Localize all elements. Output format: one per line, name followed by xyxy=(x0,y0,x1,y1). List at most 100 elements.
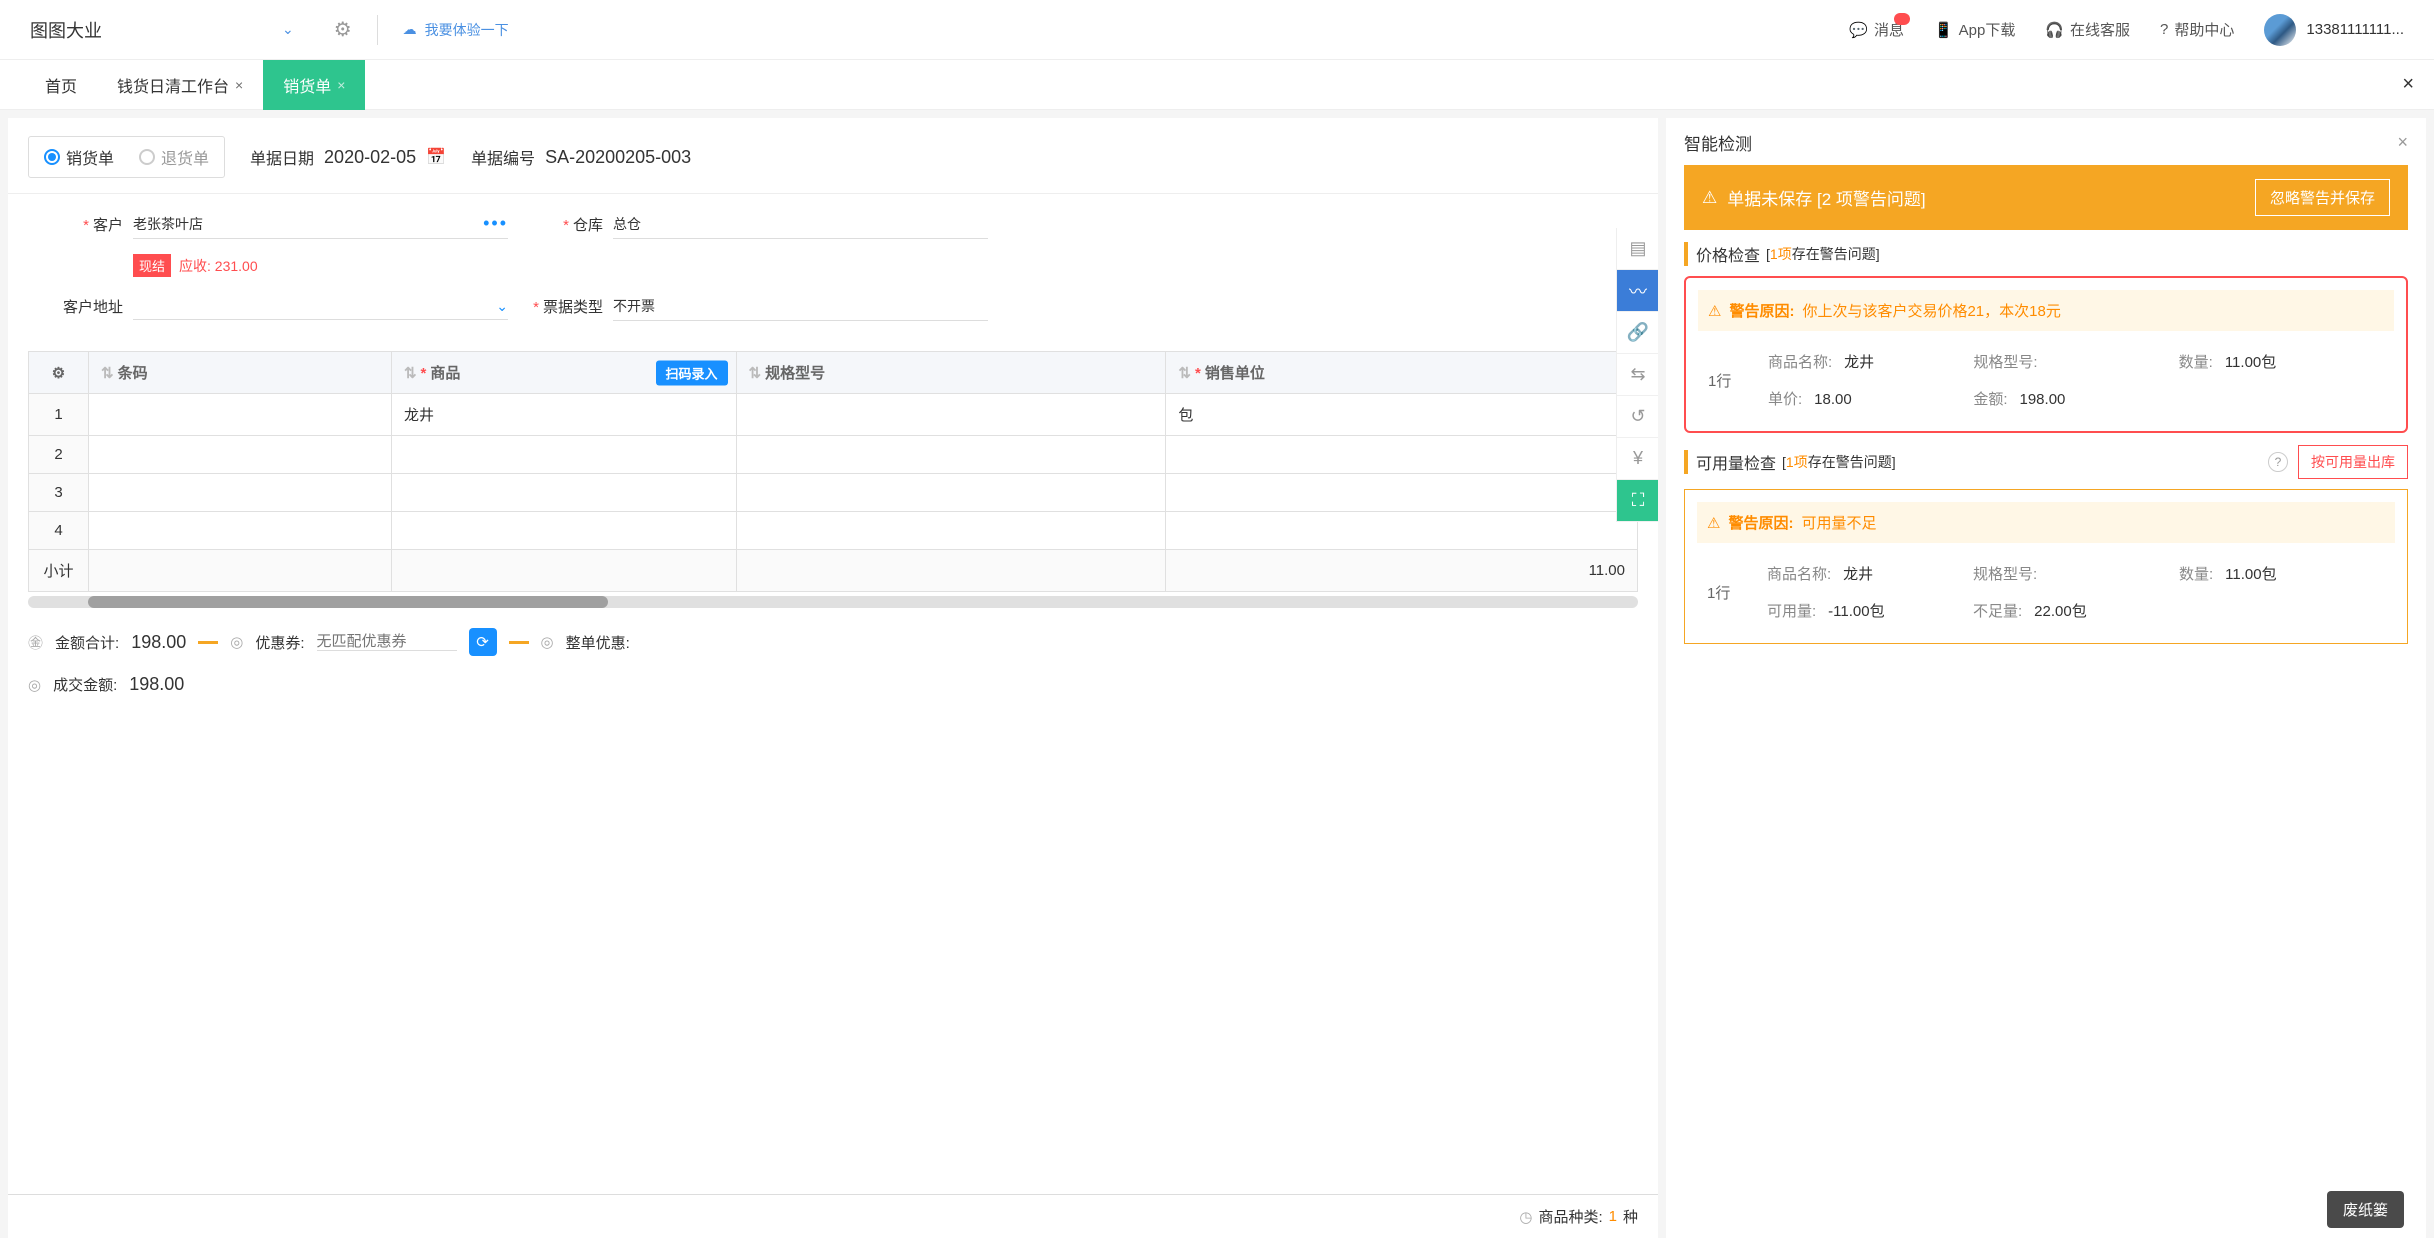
subtotal-row: 小计11.00 xyxy=(29,550,1638,592)
rail-money-icon[interactable]: ¥ xyxy=(1617,438,1658,480)
items-table: ⚙ ⇅条码 ⇅*商品 扫码录入 ⇅规格型号 ⇅*销售单位 1龙井包 2 3 4 … xyxy=(28,351,1638,592)
avail-check-header: 可用量检查 [1项存在警告问题] ? 按可用量出库 xyxy=(1684,445,2408,479)
settle-badge: 现结 xyxy=(133,254,171,277)
rail-history-icon[interactable]: ↺ xyxy=(1617,396,1658,438)
invoice-input[interactable]: 不开票 xyxy=(613,292,988,321)
chevron-down-icon: ⌄ xyxy=(496,298,508,315)
table-settings-header[interactable]: ⚙ xyxy=(29,352,89,394)
price-warn-reason: ⚠ 警告原因: 你上次与该客户交易价格21，本次18元 xyxy=(1698,290,2394,331)
ignore-save-button[interactable]: 忽略警告并保存 xyxy=(2255,179,2390,216)
help-label: 帮助中心 xyxy=(2174,19,2234,40)
company-name: 图图大业 xyxy=(30,17,102,43)
banner-text: 单据未保存 [2 项警告问题] xyxy=(1727,185,1925,210)
rail-exchange-icon[interactable]: ⇆ xyxy=(1617,354,1658,396)
table-row[interactable]: 1龙井包 xyxy=(29,394,1638,436)
warning-icon: ⚠ xyxy=(1708,302,1721,320)
gear-icon[interactable]: ⚙ xyxy=(334,17,352,42)
col-product[interactable]: ⇅*商品 扫码录入 xyxy=(391,352,736,394)
minus-icon xyxy=(509,641,529,644)
warning-icon: ⚠ xyxy=(1707,514,1720,532)
online-service-link[interactable]: 🎧 在线客服 xyxy=(2045,19,2130,40)
deal-label: 成交金额: xyxy=(53,674,117,695)
top-bar: 图图大业 ⌄ ⚙ ☁ 我要体验一下 💬 消息 📱 App下载 🎧 在线客服 ? … xyxy=(0,0,2434,60)
headset-icon: 🎧 xyxy=(2045,21,2064,39)
company-select[interactable]: 图图大业 ⌄ xyxy=(30,17,294,43)
product-kinds-value: 1 xyxy=(1609,1208,1617,1225)
avail-warn-reason: ⚠ 警告原因: 可用量不足 xyxy=(1697,502,2395,543)
minus-icon xyxy=(198,641,218,644)
notification-badge xyxy=(1894,13,1910,25)
service-label: 在线客服 xyxy=(2070,19,2130,40)
whole-discount-label: 整单优惠: xyxy=(566,632,630,653)
trash-button[interactable]: 废纸篓 xyxy=(2327,1191,2404,1228)
row-label: 1行 xyxy=(1707,563,1747,621)
docno-value: SA-20200205-003 xyxy=(545,147,691,168)
warning-banner: ⚠ 单据未保存 [2 项警告问题] 忽略警告并保存 xyxy=(1684,165,2408,230)
radio-checked-icon xyxy=(44,149,60,165)
tab-workbench[interactable]: 钱货日清工作台 × xyxy=(97,60,263,110)
side-rail: ▤ 〰 🔗 ⇆ ↺ ¥ ⛶ xyxy=(1616,228,1658,522)
coupon-icon: ◎ xyxy=(230,633,243,651)
coupon-input[interactable] xyxy=(317,633,457,651)
table-row[interactable]: 4 xyxy=(29,512,1638,550)
tab-home[interactable]: 首页 xyxy=(25,60,97,110)
rail-doc-icon[interactable]: ▤ xyxy=(1617,228,1658,270)
rail-chart-icon[interactable]: 〰 xyxy=(1617,270,1658,312)
order-form-panel: 销货单 退货单 单据日期 2020-02-05 📅 单据编号 SA-202002… xyxy=(8,118,1658,1238)
app-download-link[interactable]: 📱 App下载 xyxy=(1934,19,2015,40)
table-row[interactable]: 2 xyxy=(29,436,1638,474)
ellipsis-icon[interactable]: ••• xyxy=(483,213,508,234)
phone-icon: 📱 xyxy=(1934,21,1953,39)
footer-bar: ◷ 商品种类: 1 种 xyxy=(8,1194,1658,1238)
close-all-icon[interactable]: × xyxy=(2402,73,2414,96)
messages-link[interactable]: 💬 消息 xyxy=(1849,19,1904,40)
yen-icon: ㊎ xyxy=(28,632,43,653)
help-icon[interactable]: ? xyxy=(2268,452,2288,472)
date-value[interactable]: 2020-02-05 xyxy=(324,147,416,168)
product-kinds-label: 商品种类: xyxy=(1538,1206,1602,1227)
deal-icon: ◎ xyxy=(28,676,41,694)
tab-sales-order[interactable]: 销货单 × xyxy=(263,60,365,110)
deal-value: 198.00 xyxy=(129,674,184,695)
amount-total-value: 198.00 xyxy=(131,632,186,653)
amount-total-label: 金额合计: xyxy=(55,632,119,653)
order-type-radio-group: 销货单 退货单 xyxy=(28,136,225,178)
experience-label: 我要体验一下 xyxy=(425,20,509,40)
close-icon[interactable]: × xyxy=(337,77,345,93)
scan-button[interactable]: 扫码录入 xyxy=(656,360,728,385)
username[interactable]: 13381111111... xyxy=(2306,21,2404,38)
rail-link-icon[interactable]: 🔗 xyxy=(1617,312,1658,354)
discount-icon: ◎ xyxy=(541,633,554,651)
app-download-label: App下载 xyxy=(1959,19,2016,40)
experience-link[interactable]: ☁ 我要体验一下 xyxy=(403,20,509,40)
table-row[interactable]: 3 xyxy=(29,474,1638,512)
chevron-down-icon: ⌄ xyxy=(282,21,294,38)
col-spec[interactable]: ⇅规格型号 xyxy=(736,352,1166,394)
avatar[interactable] xyxy=(2264,14,2296,46)
chat-icon: 💬 xyxy=(1849,21,1868,39)
warning-icon: ⚠ xyxy=(1702,188,1717,208)
address-input[interactable]: ⌄ xyxy=(133,294,508,320)
calendar-icon[interactable]: 📅 xyxy=(426,147,446,167)
tabs-bar: 首页 钱货日清工作台 × 销货单 × × xyxy=(0,60,2434,110)
radio-unchecked-icon xyxy=(139,149,155,165)
cloud-icon: ☁ xyxy=(403,21,417,38)
close-icon[interactable]: × xyxy=(2397,132,2408,153)
panel-title: 智能检测 xyxy=(1684,130,1752,155)
avail-check-section: ⚠ 警告原因: 可用量不足 1行 商品名称:龙井 规格型号: 数量:11.00包… xyxy=(1684,489,2408,644)
rail-expand-icon[interactable]: ⛶ xyxy=(1617,480,1658,522)
col-barcode[interactable]: ⇅条码 xyxy=(89,352,392,394)
horizontal-scrollbar[interactable] xyxy=(28,596,1638,608)
coupon-label: 优惠券: xyxy=(255,632,304,653)
help-center-link[interactable]: ? 帮助中心 xyxy=(2160,19,2234,40)
radio-sale[interactable]: 销货单 xyxy=(44,145,114,169)
col-unit[interactable]: ⇅*销售单位 xyxy=(1166,352,1638,394)
radio-return[interactable]: 退货单 xyxy=(139,145,209,169)
row-label: 1行 xyxy=(1708,351,1748,409)
customer-input[interactable]: 老张茶叶店 ••• xyxy=(133,209,508,239)
clock-icon: ◷ xyxy=(1519,1208,1532,1226)
refresh-button[interactable]: ⟳ xyxy=(469,628,497,656)
warehouse-input[interactable]: 总仓 xyxy=(613,210,988,239)
close-icon[interactable]: × xyxy=(235,77,243,93)
ship-by-available-button[interactable]: 按可用量出库 xyxy=(2298,445,2408,479)
